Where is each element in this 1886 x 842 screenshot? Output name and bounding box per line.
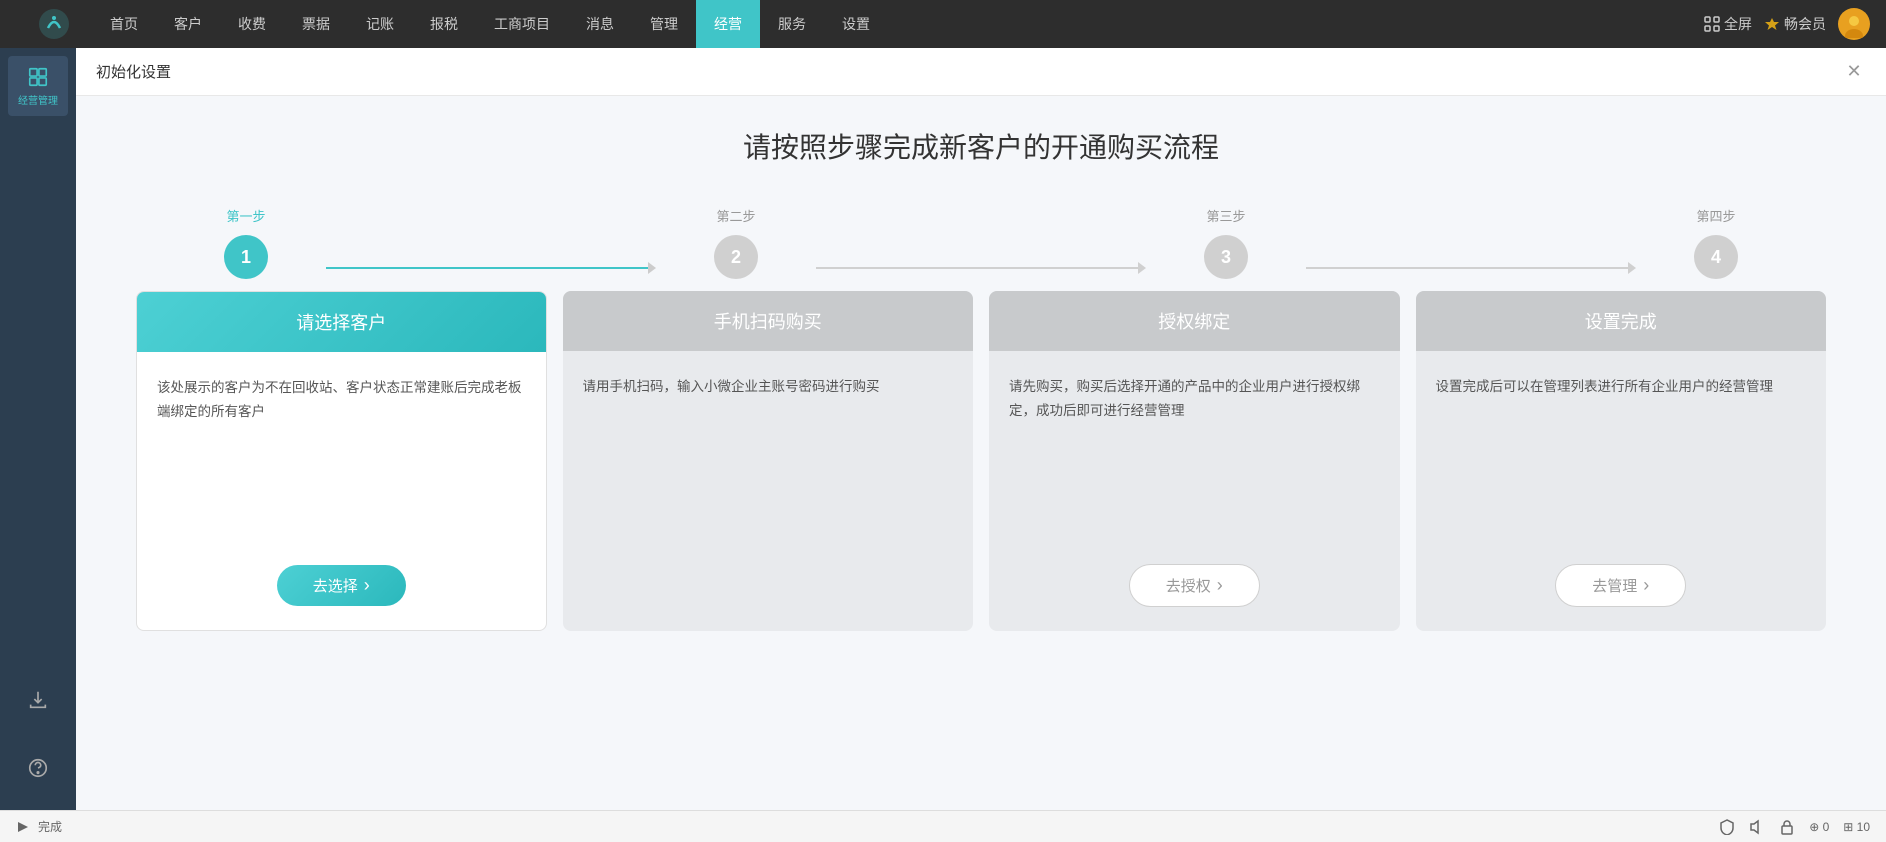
step-4-wrapper: 第四步 4	[1636, 206, 1796, 279]
sidebar-download[interactable]	[8, 670, 68, 730]
nav-settings[interactable]: 设置	[824, 0, 888, 48]
top-navigation: 首页 客户 收费 票据 记账 报税 工商项目 消息 管理 经营 服务 设置 全屏…	[0, 0, 1886, 48]
card-1-header: 请选择客户	[137, 292, 546, 352]
status-label: 完成	[38, 818, 62, 835]
go-manage-label: 去管理	[1592, 575, 1637, 596]
battery-status: ⊞ 10	[1843, 820, 1870, 834]
shield-icon	[1719, 819, 1735, 835]
main-layout: 经营管理 初始化设置 ✕ 请按照步骤完成新客户	[0, 48, 1886, 810]
step-4-circle: 4	[1694, 235, 1738, 279]
sidebar-item-operation[interactable]: 经营管理	[8, 56, 68, 116]
go-manage-button[interactable]: 去管理 ›	[1555, 564, 1686, 607]
status-bar-right: ⊕ 0 ⊞ 10	[1719, 819, 1870, 835]
card-1: 请选择客户 该处展示的客户为不在回收站、客户状态正常建账后完成老板端绑定的所有客…	[136, 291, 547, 631]
step-2-wrapper: 第二步 2	[656, 206, 816, 279]
step-1-wrapper: 第一步 1	[166, 206, 326, 279]
nav-accounting[interactable]: 记账	[348, 0, 412, 48]
nav-operation[interactable]: 经营	[696, 0, 760, 48]
nav-business[interactable]: 工商项目	[476, 0, 568, 48]
card-1-body: 该处展示的客户为不在回收站、客户状态正常建账后完成老板端绑定的所有客户	[137, 352, 546, 549]
page-title: 初始化设置	[96, 61, 171, 82]
wifi-status: ⊕ 0	[1809, 820, 1829, 834]
card-2-description: 请用手机扫码，输入小微企业主账号密码进行购买	[583, 379, 880, 394]
nav-items: 首页 客户 收费 票据 记账 报税 工商项目 消息 管理 经营 服务 设置	[92, 0, 1704, 48]
nav-invoice[interactable]: 票据	[284, 0, 348, 48]
steps-indicator: 第一步 1 第二步 2	[136, 206, 1826, 279]
step-3-circle: 3	[1204, 235, 1248, 279]
page-heading: 请按照步骤完成新客户的开通购买流程	[136, 126, 1826, 166]
step-1-circle: 1	[224, 235, 268, 279]
main-content: 初始化设置 ✕ 请按照步骤完成新客户的开通购买流程 第一步 1	[76, 48, 1886, 810]
card-1-description: 该处展示的客户为不在回收站、客户状态正常建账后完成老板端绑定的所有客户	[157, 380, 522, 419]
nav-service[interactable]: 服务	[760, 0, 824, 48]
card-1-footer: 去选择 ›	[137, 549, 546, 630]
go-authorize-arrow: ›	[1217, 575, 1223, 596]
lock-icon	[1779, 819, 1795, 835]
nav-manage[interactable]: 管理	[632, 0, 696, 48]
card-3-footer: 去授权 ›	[989, 548, 1400, 631]
connector-2-3	[816, 262, 1146, 274]
card-4-title: 设置完成	[1585, 308, 1657, 334]
nav-right-area: 全屏 畅会员	[1704, 8, 1870, 40]
sidebar: 经营管理	[0, 48, 76, 810]
step-3-label: 第三步	[1206, 206, 1245, 225]
card-3-header: 授权绑定	[989, 291, 1400, 351]
nav-customer[interactable]: 客户	[156, 0, 220, 48]
user-avatar[interactable]	[1838, 8, 1870, 40]
sidebar-bottom	[8, 670, 68, 810]
card-2: 手机扫码购买 请用手机扫码，输入小微企业主账号密码进行购买	[563, 291, 974, 631]
vip-btn[interactable]: 畅会员	[1764, 14, 1826, 34]
step-1-label: 第一步	[226, 206, 265, 225]
card-3-title: 授权绑定	[1158, 308, 1230, 334]
connector-1-2	[326, 262, 656, 274]
step-3-wrapper: 第三步 3	[1146, 206, 1306, 279]
cards-container: 请选择客户 该处展示的客户为不在回收站、客户状态正常建账后完成老板端绑定的所有客…	[136, 291, 1826, 631]
go-select-button[interactable]: 去选择 ›	[277, 565, 406, 606]
status-bar: 完成 ⊕ 0 ⊞ 10	[0, 810, 1886, 842]
fullscreen-btn[interactable]: 全屏	[1704, 14, 1752, 34]
go-select-label: 去选择	[313, 575, 358, 596]
step-4-label: 第四步	[1696, 206, 1735, 225]
card-3-description: 请先购买，购买后选择开通的产品中的企业用户进行授权绑定，成功后即可进行经营管理	[1009, 379, 1360, 418]
play-icon	[16, 820, 30, 834]
step-2-label: 第二步	[716, 206, 755, 225]
nav-tax[interactable]: 报税	[412, 0, 476, 48]
go-authorize-button[interactable]: 去授权 ›	[1129, 564, 1260, 607]
card-4-body: 设置完成后可以在管理列表进行所有企业用户的经营管理	[1416, 351, 1827, 548]
card-4-header: 设置完成	[1416, 291, 1827, 351]
vip-label: 畅会员	[1784, 14, 1826, 34]
card-2-body: 请用手机扫码，输入小微企业主账号密码进行购买	[563, 351, 974, 591]
connector-3-4	[1306, 262, 1636, 274]
go-select-arrow: ›	[364, 575, 370, 596]
card-2-title: 手机扫码购买	[714, 308, 822, 334]
card-1-title: 请选择客户	[296, 309, 386, 335]
card-4-description: 设置完成后可以在管理列表进行所有企业用户的经营管理	[1436, 379, 1774, 394]
main-body: 请按照步骤完成新客户的开通购买流程 第一步 1 第二步	[76, 96, 1886, 810]
main-header: 初始化设置 ✕	[76, 48, 1886, 96]
nav-home[interactable]: 首页	[92, 0, 156, 48]
nav-message[interactable]: 消息	[568, 0, 632, 48]
fullscreen-label: 全屏	[1724, 14, 1752, 34]
volume-icon	[1749, 819, 1765, 835]
go-manage-arrow: ›	[1643, 575, 1649, 596]
close-button[interactable]: ✕	[1842, 60, 1866, 84]
card-2-header: 手机扫码购买	[563, 291, 974, 351]
app-logo[interactable]	[16, 8, 92, 40]
card-3: 授权绑定 请先购买，购买后选择开通的产品中的企业用户进行授权绑定，成功后即可进行…	[989, 291, 1400, 631]
nav-fee[interactable]: 收费	[220, 0, 284, 48]
card-4: 设置完成 设置完成后可以在管理列表进行所有企业用户的经营管理 去管理 ›	[1416, 291, 1827, 631]
sidebar-support[interactable]	[8, 738, 68, 798]
card-4-footer: 去管理 ›	[1416, 548, 1827, 631]
status-bar-left: 完成	[16, 818, 62, 835]
step-2-circle: 2	[714, 235, 758, 279]
go-authorize-label: 去授权	[1166, 575, 1211, 596]
card-2-footer	[563, 591, 974, 631]
sidebar-label-operation: 经营管理	[18, 92, 58, 107]
card-3-body: 请先购买，购买后选择开通的产品中的企业用户进行授权绑定，成功后即可进行经营管理	[989, 351, 1400, 548]
